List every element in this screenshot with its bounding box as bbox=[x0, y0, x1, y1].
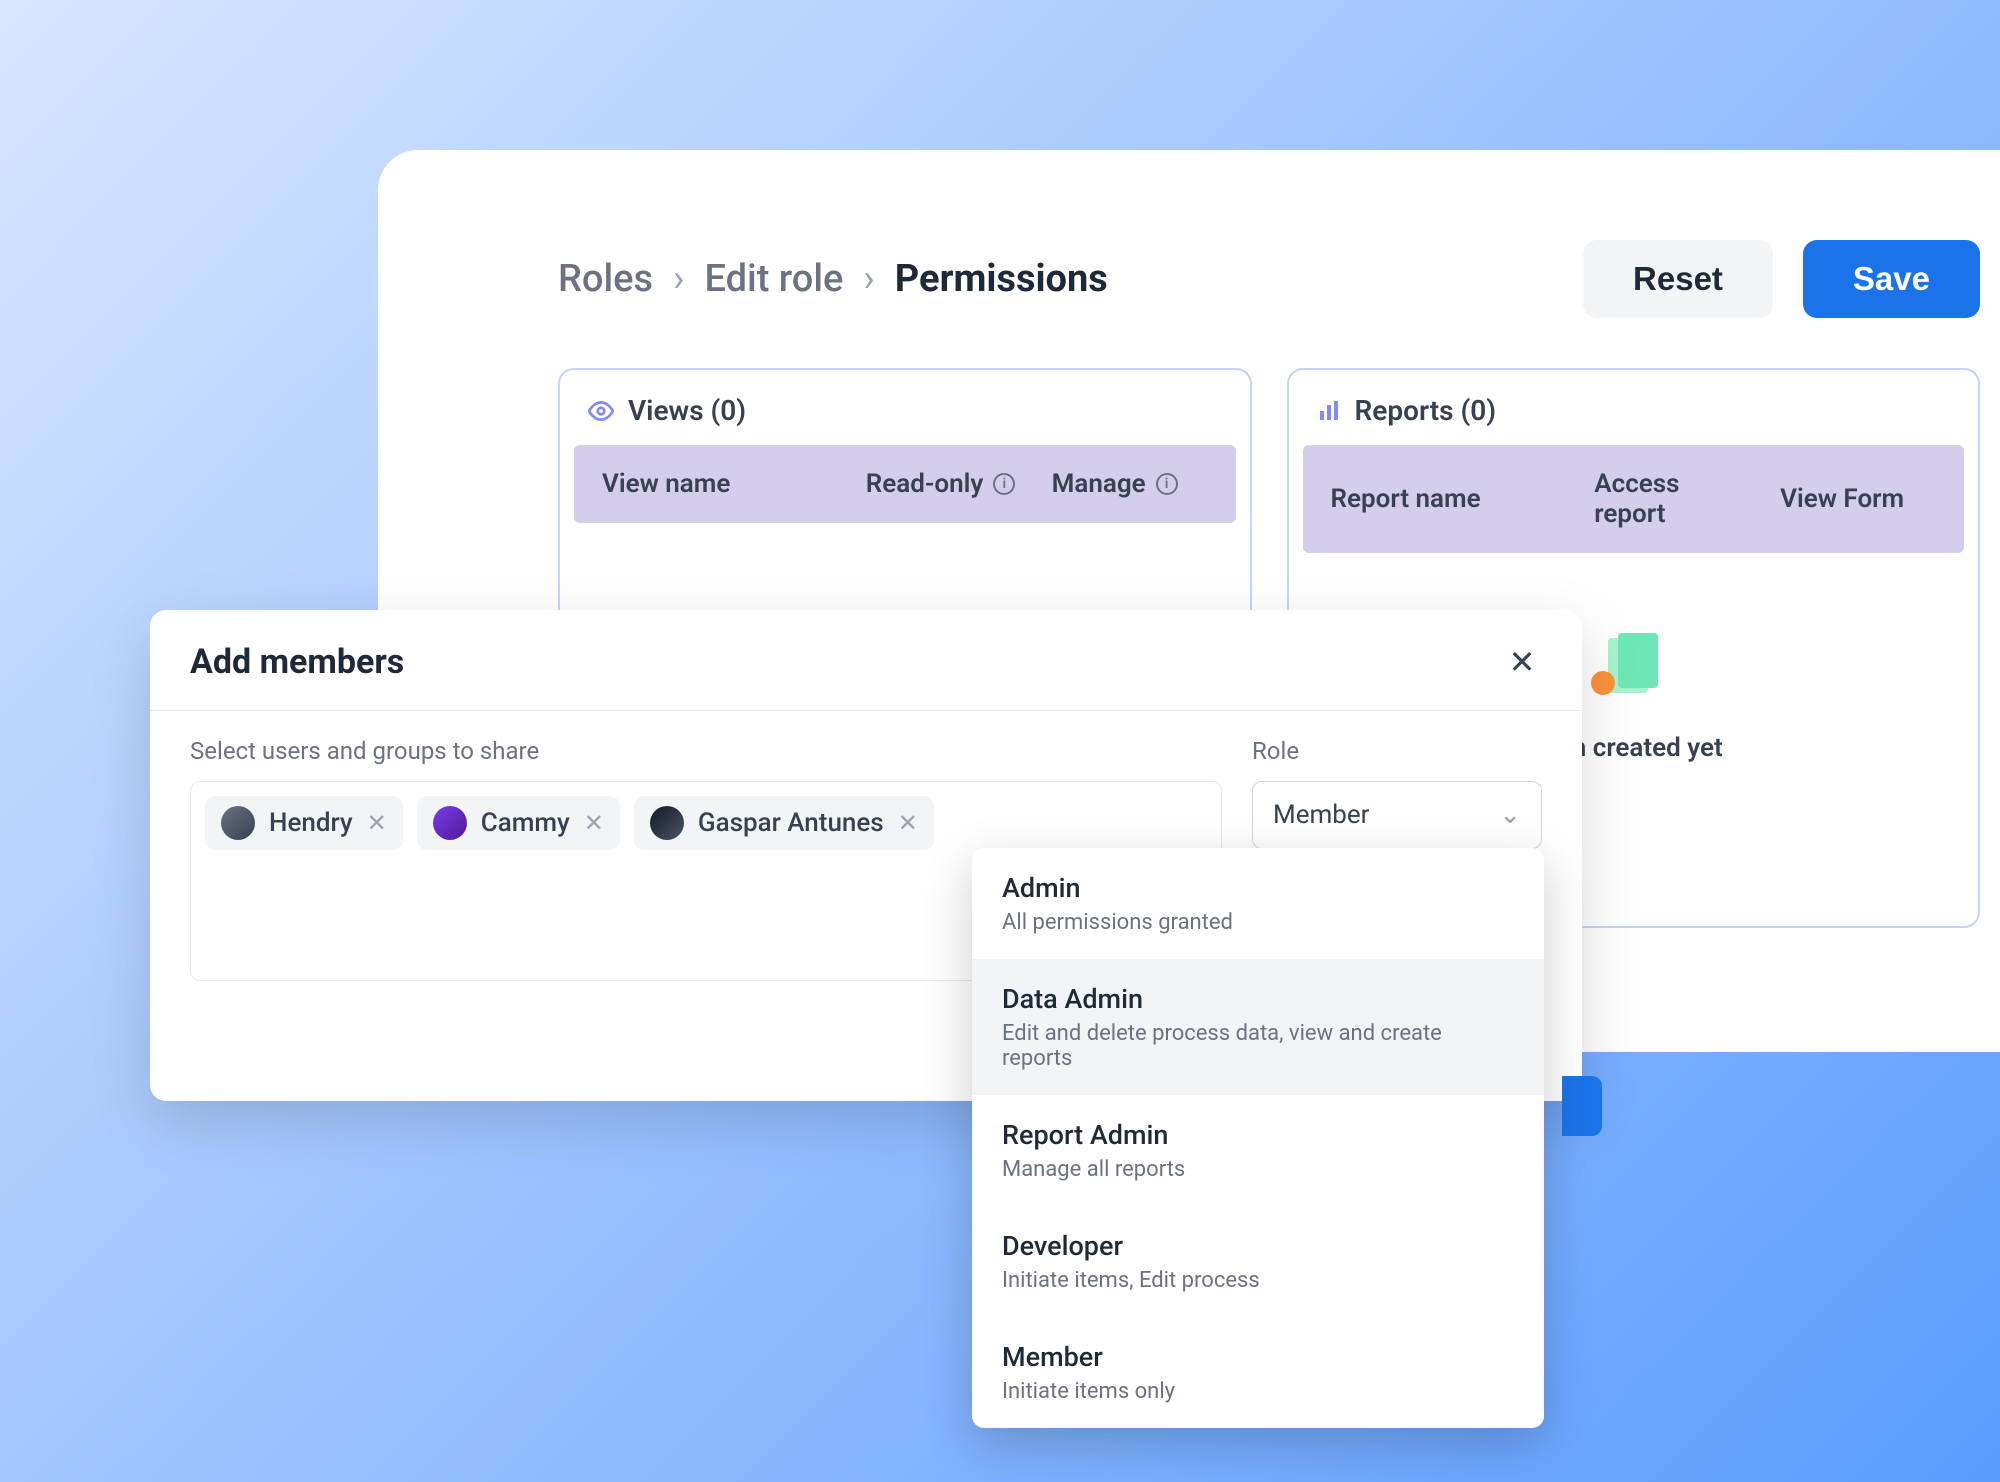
breadcrumb: Roles › Edit role › Permissions bbox=[558, 257, 1108, 301]
modal-title: Add members bbox=[190, 642, 404, 682]
chip-name: Gaspar Antunes bbox=[698, 808, 884, 838]
info-icon[interactable]: i bbox=[993, 473, 1015, 495]
role-option-report-admin[interactable]: Report Admin Manage all reports bbox=[972, 1095, 1544, 1206]
role-option-member[interactable]: Member Initiate items only bbox=[972, 1317, 1544, 1428]
user-chip: Gaspar Antunes ✕ bbox=[634, 796, 934, 850]
chevron-right-icon: › bbox=[863, 257, 874, 301]
th-access-report: Access report bbox=[1594, 469, 1750, 529]
user-chip: Hendry ✕ bbox=[205, 796, 403, 850]
avatar bbox=[650, 806, 684, 840]
chevron-right-icon: › bbox=[673, 257, 684, 301]
role-option-data-admin[interactable]: Data Admin Edit and delete process data,… bbox=[972, 959, 1544, 1095]
reports-table-header: Report name Access report View Form bbox=[1303, 445, 1965, 553]
avatar bbox=[221, 806, 255, 840]
role-selected-value: Member bbox=[1273, 800, 1369, 830]
role-option-developer[interactable]: Developer Initiate items, Edit process bbox=[972, 1206, 1544, 1317]
th-view-name: View name bbox=[602, 469, 836, 499]
th-report-name: Report name bbox=[1331, 469, 1565, 529]
modal-action-button[interactable] bbox=[1562, 1076, 1602, 1136]
chip-name: Cammy bbox=[481, 808, 570, 838]
role-select[interactable]: Member ⌄ bbox=[1252, 781, 1542, 849]
breadcrumb-current: Permissions bbox=[895, 257, 1108, 301]
role-field-label: Role bbox=[1252, 737, 1542, 765]
users-field-label: Select users and groups to share bbox=[190, 737, 1222, 765]
breadcrumb-edit-role[interactable]: Edit role bbox=[705, 257, 844, 301]
remove-chip-icon[interactable]: ✕ bbox=[898, 809, 918, 837]
eye-icon bbox=[588, 398, 614, 424]
chevron-down-icon: ⌄ bbox=[1499, 800, 1521, 830]
views-panel-title: Views (0) bbox=[628, 394, 746, 427]
th-read-only: Read-only i bbox=[866, 469, 1022, 499]
user-chip: Cammy ✕ bbox=[417, 796, 620, 850]
empty-reports-illustration bbox=[1588, 623, 1678, 713]
th-manage: Manage i bbox=[1052, 469, 1208, 499]
save-button[interactable]: Save bbox=[1803, 240, 1980, 318]
th-view-form: View Form bbox=[1780, 469, 1936, 529]
remove-chip-icon[interactable]: ✕ bbox=[584, 809, 604, 837]
role-dropdown: Admin All permissions granted Data Admin… bbox=[972, 848, 1544, 1428]
avatar bbox=[433, 806, 467, 840]
reports-panel-title: Reports (0) bbox=[1355, 394, 1497, 427]
info-icon[interactable]: i bbox=[1156, 473, 1178, 495]
views-table-header: View name Read-only i Manage i bbox=[574, 445, 1236, 523]
close-icon[interactable]: ✕ bbox=[1502, 642, 1542, 682]
remove-chip-icon[interactable]: ✕ bbox=[367, 809, 387, 837]
bar-chart-icon bbox=[1317, 399, 1341, 423]
chip-name: Hendry bbox=[269, 808, 353, 838]
role-option-admin[interactable]: Admin All permissions granted bbox=[972, 848, 1544, 959]
breadcrumb-roles[interactable]: Roles bbox=[558, 257, 653, 301]
reset-button[interactable]: Reset bbox=[1583, 240, 1773, 318]
